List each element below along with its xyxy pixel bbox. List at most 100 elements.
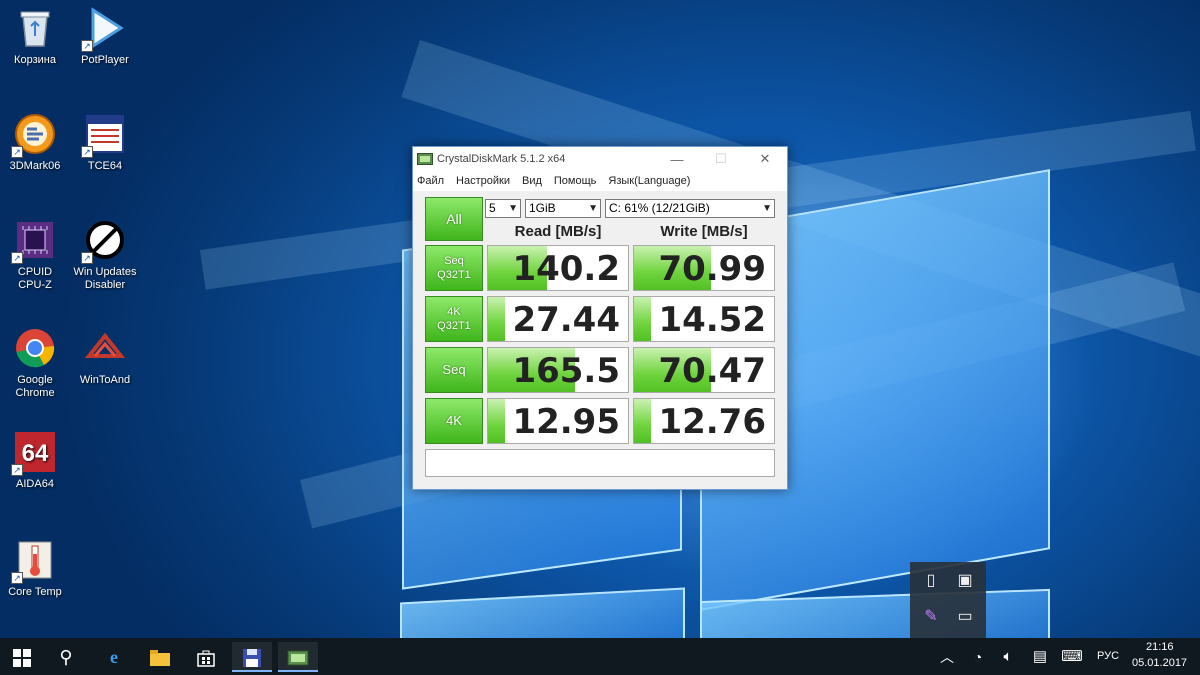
chrome-icon	[13, 326, 57, 370]
edge-icon[interactable]: e	[94, 642, 134, 672]
runs-select[interactable]: 5 ▼	[485, 199, 521, 218]
result-value: 14.52	[658, 300, 766, 340]
desktop-icon-label: Win Updates Disabler	[73, 266, 137, 291]
store-icon[interactable]	[186, 642, 226, 672]
result-value: 27.44	[512, 300, 620, 340]
maximize-icon[interactable]: ☐	[699, 151, 743, 167]
desktop-icon-label: CPUID CPU-Z	[17, 266, 53, 291]
desktop-icon-potplayer[interactable]: ↗ PotPlayer	[70, 6, 140, 67]
seq-write-cell: 70.47	[633, 347, 775, 393]
minimize-icon[interactable]: —	[655, 152, 699, 167]
desktop-icon-label: WinToAnd	[79, 374, 131, 386]
desktop-icon-aida64[interactable]: 64 ↗ AIDA64	[0, 430, 70, 491]
4k-button[interactable]: 4K	[425, 398, 483, 444]
tce64-icon: ↗	[81, 112, 127, 158]
desktop-icon-chrome[interactable]: Google Chrome	[0, 326, 70, 400]
row-label-line2: Q32T1	[437, 320, 471, 332]
result-value: 140.2	[512, 249, 620, 289]
drive-value: C: 61% (12/21GiB)	[609, 201, 710, 215]
input-language[interactable]: РУС	[1097, 650, 1119, 662]
desktop-icon-label: AIDA64	[16, 478, 54, 490]
chevron-down-icon: ▼	[762, 203, 772, 214]
4k-read-cell: 12.95	[487, 398, 629, 444]
keyboard-icon[interactable]: ⌨	[1054, 642, 1090, 672]
win-updates-disabler-icon: ↗	[81, 218, 127, 264]
potplayer-icon: ↗	[81, 6, 127, 52]
file-explorer-icon[interactable]	[140, 642, 180, 672]
menu-language[interactable]: Язык(Language)	[608, 175, 690, 187]
shortcut-arrow-icon: ↗	[81, 146, 93, 158]
result-bar	[488, 399, 505, 443]
shortcut-arrow-icon: ↗	[81, 252, 93, 264]
notification-icon[interactable]: ▤	[1022, 642, 1058, 672]
menu-settings[interactable]: Настройки	[456, 175, 510, 187]
desktop-icon-label: PotPlayer	[81, 54, 129, 66]
display-device-icon[interactable]: ▭	[954, 606, 976, 628]
clock-time[interactable]: 21:16	[1146, 641, 1174, 653]
window-title: CrystalDiskMark 5.1.2 x64	[437, 153, 566, 165]
desktop-icon-tce64[interactable]: ↗ TCE64	[70, 112, 140, 173]
result-bar	[634, 399, 651, 443]
start-button[interactable]	[2, 642, 42, 672]
desktop-icon-win-updates-disabler[interactable]: ↗ Win Updates Disabler	[70, 218, 140, 292]
result-value: 12.95	[512, 402, 620, 442]
size-select[interactable]: 1GiB ▼	[525, 199, 601, 218]
network-monitor-icon[interactable]: ▣	[954, 570, 976, 592]
desktop-icon-wintoand[interactable]: WinToAnd	[70, 326, 140, 387]
row-label-line1: Seq	[444, 255, 464, 267]
menu-view[interactable]: Вид	[522, 175, 542, 187]
desktop-icon-label: 3DMark06	[9, 160, 61, 172]
4k-q32t1-button[interactable]: 4K Q32T1	[425, 296, 483, 342]
pen-icon[interactable]: ✎	[920, 606, 942, 628]
result-value: 70.99	[658, 249, 766, 289]
volume-icon[interactable]: 🔈︎	[990, 642, 1026, 672]
3dmark-icon: ↗	[11, 112, 57, 158]
floppy-disk-icon[interactable]	[232, 642, 272, 672]
result-bar	[634, 297, 651, 341]
search-icon[interactable]: ⚲	[46, 642, 86, 672]
title-bar[interactable]: CrystalDiskMark 5.1.2 x64 — ☐ ✕	[413, 147, 787, 171]
seq-q32t1-write-cell: 70.99	[633, 245, 775, 291]
desktop-icon-label: Корзина	[14, 54, 56, 66]
desktop-icon-recycle-bin[interactable]: Корзина	[0, 6, 70, 67]
result-bar	[488, 297, 505, 341]
clock-date[interactable]: 05.01.2017	[1132, 657, 1187, 669]
crystaldiskmark-app-icon	[417, 153, 433, 165]
desktop-icon-core-temp[interactable]: ↗ Core Temp	[0, 538, 70, 599]
size-value: 1GiB	[529, 201, 556, 215]
desktop-icon-3dmark06[interactable]: ↗ 3DMark06	[0, 112, 70, 173]
desktop-icon-label: TCE64	[87, 160, 123, 172]
all-button[interactable]: All	[425, 197, 483, 241]
benchmark-panel: All 5 ▼ 1GiB ▼ C: 61% (12/21GiB) ▼ Read …	[413, 191, 787, 489]
seq-q32t1-button[interactable]: Seq Q32T1	[425, 245, 483, 291]
taskbar: ⚲ e ︿ ◔ 🔈︎ ▤ ⌨ РУС 21:16 05.01.2017	[0, 638, 1200, 675]
drive-select[interactable]: C: 61% (12/21GiB) ▼	[605, 199, 775, 218]
usb-drive-icon[interactable]: ▯	[920, 570, 942, 592]
4k-write-cell: 12.76	[633, 398, 775, 444]
shortcut-arrow-icon: ↗	[11, 146, 23, 158]
crystaldiskmark-window: CrystalDiskMark 5.1.2 x64 — ☐ ✕ Файл Нас…	[412, 146, 788, 490]
chevron-down-icon: ▼	[588, 203, 598, 214]
desktop-icon-label: Google Chrome	[15, 374, 55, 399]
desktop-icon-label: Core Temp	[8, 586, 62, 598]
desktop-icon-cpuz[interactable]: ↗ CPUID CPU-Z	[0, 218, 70, 292]
crystaldiskmark-taskbar-icon[interactable]	[278, 642, 318, 672]
result-value: 165.5	[512, 351, 620, 391]
4k-q32t1-read-cell: 27.44	[487, 296, 629, 342]
shortcut-arrow-icon: ↗	[81, 40, 93, 52]
comment-field[interactable]	[425, 449, 775, 477]
chevron-down-icon: ▼	[508, 203, 518, 214]
windows-logo-icon	[13, 649, 31, 668]
row-label-line2: Q32T1	[437, 269, 471, 281]
close-icon[interactable]: ✕	[743, 151, 787, 167]
tray-overflow-flyout: ▯ ▣ ✎ ▭	[910, 562, 986, 638]
row-label-line1: 4K	[446, 413, 462, 428]
read-column-header: Read [MB/s]	[514, 223, 602, 240]
runs-value: 5	[489, 201, 496, 215]
aida64-icon: 64 ↗	[11, 430, 57, 476]
write-column-header: Write [MB/s]	[660, 223, 748, 240]
menu-file[interactable]: Файл	[417, 175, 444, 187]
seq-button[interactable]: Seq	[425, 347, 483, 393]
shortcut-arrow-icon: ↗	[11, 252, 23, 264]
menu-help[interactable]: Помощь	[554, 175, 597, 187]
